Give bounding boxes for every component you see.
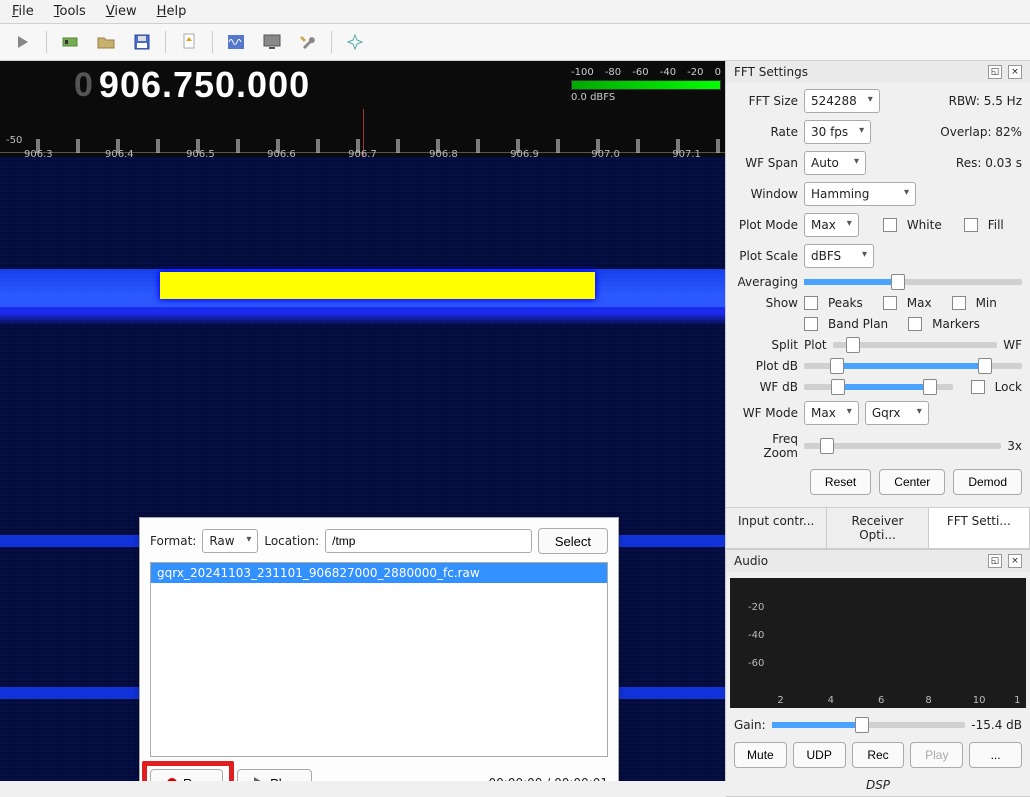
select-button[interactable]: Select xyxy=(538,528,608,554)
wrench-icon[interactable] xyxy=(293,28,323,56)
audio-spectrum[interactable]: -20 -40 -60 2 4 6 8 10 1 xyxy=(730,578,1026,708)
demod-button[interactable]: Demod xyxy=(953,469,1022,495)
freq-digits[interactable]: 906.750.000 xyxy=(99,64,310,106)
freqzoom-slider[interactable] xyxy=(804,443,1001,449)
close-icon[interactable]: × xyxy=(1008,65,1022,79)
overlap-value: Overlap: 82% xyxy=(940,125,1022,139)
iq-recorder-panel: Format: Raw Location: Select gqrx_202411… xyxy=(139,517,619,781)
wfdb-slider[interactable] xyxy=(804,384,953,390)
toolbar xyxy=(0,24,1030,61)
location-label: Location: xyxy=(264,534,319,548)
min-checkbox[interactable] xyxy=(952,296,966,310)
file-list[interactable]: gqrx_20241103_231101_906827000_2880000_f… xyxy=(150,562,608,757)
signal-meter: -100 -80 -60 -40 -20 0 0.0 dBFS xyxy=(571,67,721,103)
gain-label: Gain: xyxy=(734,718,766,732)
menu-file[interactable]: File xyxy=(8,2,38,21)
location-input[interactable] xyxy=(325,529,532,553)
separator xyxy=(46,31,47,53)
audio-rec-button[interactable]: Rec xyxy=(852,742,905,768)
dsp-label: DSP xyxy=(726,774,1030,796)
menu-view[interactable]: View xyxy=(102,2,141,21)
split-slider[interactable] xyxy=(833,342,998,348)
center-button[interactable]: Center xyxy=(879,469,945,495)
fft-size-select[interactable]: 524288 xyxy=(804,89,880,113)
lock-checkbox[interactable] xyxy=(971,380,985,394)
audio-panel: Audio ◱ × -20 -40 -60 2 4 6 8 10 1 Gain:… xyxy=(726,550,1030,797)
signal-value: 0.0 dBFS xyxy=(571,92,721,103)
tab-input-controls[interactable]: Input contr... xyxy=(726,508,827,548)
audio-buttons: Mute UDP Rec Play ... xyxy=(726,736,1030,774)
tab-fft-settings[interactable]: FFT Setti... xyxy=(929,508,1030,548)
file-item[interactable]: gqrx_20241103_231101_906827000_2880000_f… xyxy=(151,563,607,583)
audio-play-button[interactable]: Play xyxy=(910,742,963,768)
play-icon xyxy=(254,777,264,781)
detach-icon[interactable]: ◱ xyxy=(988,65,1002,79)
gain-slider[interactable] xyxy=(772,722,966,728)
markers-checkbox[interactable] xyxy=(908,317,922,331)
freqzoom-value: 3x xyxy=(1007,439,1022,453)
plotscale-select[interactable]: dBFS xyxy=(804,244,874,268)
reset-button[interactable]: Reset xyxy=(810,469,871,495)
spectrum-waterfall-area[interactable]: 0 906.750.000 -100 -80 -60 -40 -20 0 0.0… xyxy=(0,61,725,781)
play-button[interactable]: Play xyxy=(237,769,312,781)
folder-icon[interactable] xyxy=(91,28,121,56)
spectrum-ruler: -50 906.3 906.4 906.5 906.6 906.7 906.8 … xyxy=(0,109,725,157)
play-icon[interactable] xyxy=(8,28,38,56)
time-display: 00:00:00 / 00:00:01 xyxy=(489,776,608,781)
rec-button[interactable]: Rec xyxy=(150,769,223,781)
wfmode2-select[interactable]: Gqrx xyxy=(865,401,929,425)
format-select[interactable]: Raw xyxy=(202,529,258,553)
menu-tools[interactable]: Tools xyxy=(50,2,90,21)
audio-title: Audio xyxy=(734,554,982,568)
signal-bar xyxy=(571,80,721,90)
right-dock: FFT Settings ◱ × FFT Size524288RBW: 5.5 … xyxy=(725,61,1030,781)
page-arrow-icon[interactable] xyxy=(174,28,204,56)
udp-button[interactable]: UDP xyxy=(793,742,846,768)
averaging-slider[interactable] xyxy=(804,279,1022,285)
fill-checkbox[interactable] xyxy=(964,218,978,232)
peaks-checkbox[interactable] xyxy=(804,296,818,310)
detach-icon[interactable]: ◱ xyxy=(988,554,1002,568)
close-icon[interactable]: × xyxy=(1008,554,1022,568)
format-label: Format: xyxy=(150,534,196,548)
max-checkbox[interactable] xyxy=(883,296,897,310)
window-select[interactable]: Hamming xyxy=(804,182,916,206)
menubar: File Tools View Help xyxy=(0,0,1030,24)
separator xyxy=(212,31,213,53)
wfmode1-select[interactable]: Max xyxy=(804,401,859,425)
menu-help[interactable]: Help xyxy=(153,2,191,21)
monitor-icon[interactable] xyxy=(257,28,287,56)
res-value: Res: 0.03 s xyxy=(956,156,1022,170)
fft-settings-panel: FFT Settings ◱ × FFT Size524288RBW: 5.5 … xyxy=(726,61,1030,550)
fft-title: FFT Settings xyxy=(734,65,982,79)
plotmode-select[interactable]: Max xyxy=(804,213,859,237)
save-icon[interactable] xyxy=(127,28,157,56)
chip-icon[interactable] xyxy=(55,28,85,56)
gain-value: -15.4 dB xyxy=(971,718,1022,732)
nav-icon[interactable] xyxy=(340,28,370,56)
mute-button[interactable]: Mute xyxy=(734,742,787,768)
plotdb-slider[interactable] xyxy=(804,363,1022,369)
wfspan-select[interactable]: Auto xyxy=(804,151,866,175)
scope-icon[interactable] xyxy=(221,28,251,56)
bandplan-checkbox[interactable] xyxy=(804,317,818,331)
rate-select[interactable]: 30 fps xyxy=(804,120,871,144)
settings-tabs: Input contr... Receiver Opti... FFT Sett… xyxy=(726,507,1030,549)
separator xyxy=(165,31,166,53)
freq-leading: 0 xyxy=(74,66,93,105)
separator xyxy=(331,31,332,53)
tab-receiver-options[interactable]: Receiver Opti... xyxy=(827,508,928,548)
rbw-value: RBW: 5.5 Hz xyxy=(949,94,1022,108)
audio-more-button[interactable]: ... xyxy=(969,742,1022,768)
white-checkbox[interactable] xyxy=(883,218,897,232)
frequency-display[interactable]: 0 906.750.000 -100 -80 -60 -40 -20 0 0.0… xyxy=(0,61,725,109)
